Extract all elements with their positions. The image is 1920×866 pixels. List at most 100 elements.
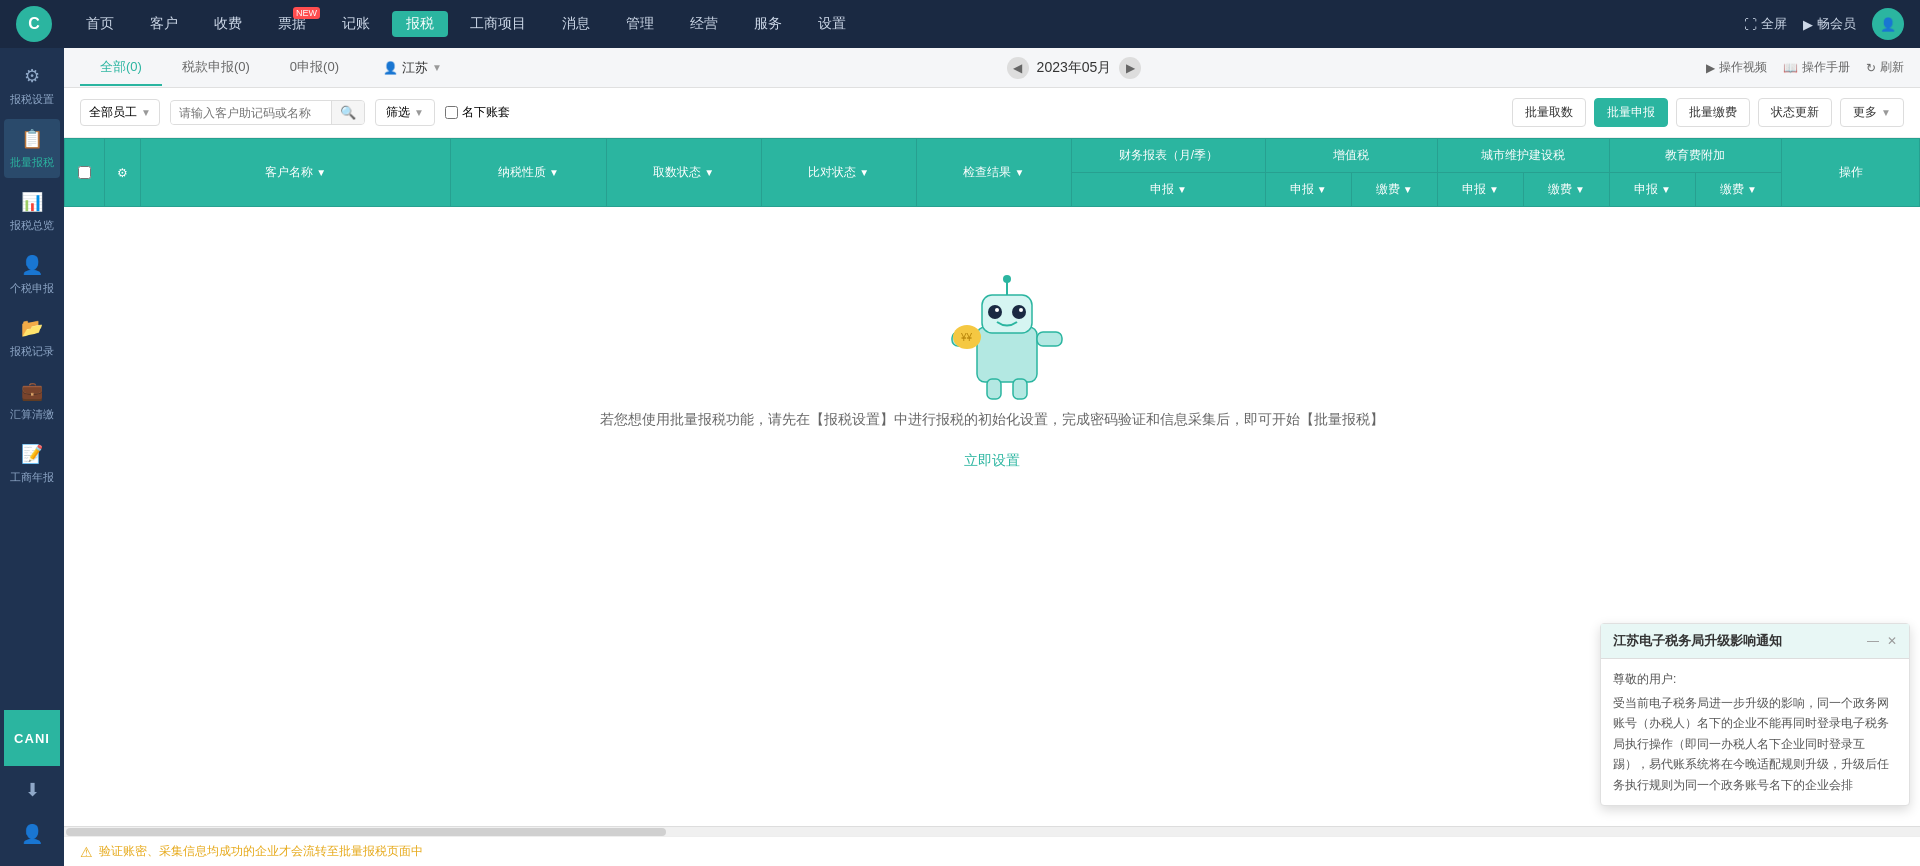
th-tax-type: 纳税性质 ▼ [451, 139, 606, 207]
bottom-bar: ⚠ 验证账密、采集信息均成功的企业才会流转至批量报税页面中 [64, 836, 1920, 866]
account-checkbox[interactable] [445, 106, 458, 119]
cani-button[interactable]: CANI [4, 710, 60, 766]
annual-report-icon: 📝 [20, 442, 44, 466]
user-avatar[interactable]: 👤 [1872, 8, 1904, 40]
svg-rect-10 [987, 379, 1001, 399]
more-button[interactable]: 更多 ▼ [1840, 98, 1904, 127]
th-compare-status: 比对状态 ▼ [761, 139, 916, 207]
sidebar-item-annual-settlement[interactable]: 💼 汇算清缴 [4, 371, 60, 430]
notification-header: 江苏电子税务局升级影响通知 — ✕ [1601, 624, 1909, 659]
operation-video-button[interactable]: ▶ 操作视频 [1706, 59, 1767, 76]
batch-declare-button[interactable]: 批量申报 [1594, 98, 1668, 127]
empty-state: ¥¥ 若您想使用批量报税功能，请先在【报税设置】中进行报税的初始化设置，完成密码… [65, 207, 1920, 530]
operation-manual-button[interactable]: 📖 操作手册 [1783, 59, 1850, 76]
th-vat-declare: 申报 ▼ [1265, 173, 1351, 207]
nav-invoice[interactable]: 票据 NEW [264, 11, 320, 37]
nav-client[interactable]: 客户 [136, 11, 192, 37]
data-table: ⚙ 客户名称 ▼ 纳税性质 ▼ 取数状态 ▼ 比对状态 ▼ [64, 138, 1920, 530]
month-next-button[interactable]: ▶ [1119, 57, 1141, 79]
nav-accounting[interactable]: 记账 [328, 11, 384, 37]
nav-operation[interactable]: 经营 [676, 11, 732, 37]
sidebar-item-download[interactable]: ⬇ [4, 770, 60, 810]
tab-tax-declare[interactable]: 税款申报(0) [162, 50, 270, 86]
app-logo[interactable]: C [16, 6, 52, 42]
scrollbar-h-thumb[interactable] [66, 828, 666, 836]
batch-tax-icon: 📋 [20, 127, 44, 151]
nav-service[interactable]: 服务 [740, 11, 796, 37]
nav-tax[interactable]: 报税 [392, 11, 448, 37]
sidebar-item-tax-settings[interactable]: ⚙ 报税设置 [4, 56, 60, 115]
select-all-checkbox[interactable] [78, 166, 91, 179]
th-checkbox [65, 139, 105, 207]
sidebar-item-user[interactable]: 👤 [4, 814, 60, 854]
account-checkbox-label[interactable]: 名下账套 [445, 104, 510, 121]
tab-zero-declare[interactable]: 0申报(0) [270, 50, 359, 86]
member-button[interactable]: ▶ 畅会员 [1803, 15, 1856, 33]
sidebar-item-tax-records[interactable]: 📂 报税记录 [4, 308, 60, 367]
tab-all[interactable]: 全部(0) [80, 50, 162, 86]
setup-link[interactable]: 立即设置 [964, 452, 1020, 470]
horizontal-scrollbar [64, 826, 1920, 836]
th-edu-extra: 教育费附加 [1609, 139, 1781, 173]
tax-settings-icon: ⚙ [20, 64, 44, 88]
svg-text:¥¥: ¥¥ [960, 332, 973, 343]
top-nav-right: ⛶ 全屏 ▶ 畅会员 👤 [1744, 8, 1904, 40]
th-edu-pay: 缴费 ▼ [1695, 173, 1781, 207]
personal-tax-icon: 👤 [20, 253, 44, 277]
search-input[interactable] [171, 102, 331, 124]
th-financial-declare: 申报 ▼ [1072, 173, 1266, 207]
th-client-name: 客户名称 ▼ [141, 139, 451, 207]
nav-industry[interactable]: 工商项目 [456, 11, 540, 37]
month-navigation: ◀ 2023年05月 ▶ [1007, 57, 1142, 79]
search-box: 🔍 [170, 100, 365, 125]
nav-messages[interactable]: 消息 [548, 11, 604, 37]
status-update-button[interactable]: 状态更新 [1758, 98, 1832, 127]
toolbar: 全部员工 ▼ 🔍 筛选 ▼ 名下账套 批量取数 批量申报 批量缴费 状态更新 [64, 88, 1920, 138]
tax-records-icon: 📂 [20, 316, 44, 340]
user-icon: 👤 [20, 822, 44, 846]
tabs-right-actions: ▶ 操作视频 📖 操作手册 ↻ 刷新 [1706, 59, 1904, 76]
empty-message: 若您想使用批量报税功能，请先在【报税设置】中进行报税的初始化设置，完成密码验证和… [600, 407, 1384, 432]
th-vat: 增值税 [1265, 139, 1437, 173]
month-prev-button[interactable]: ◀ [1007, 57, 1029, 79]
sidebar-item-tax-overview[interactable]: 📊 报税总览 [4, 182, 60, 241]
th-citybuild-pay: 缴费 ▼ [1523, 173, 1609, 207]
fullscreen-button[interactable]: ⛶ 全屏 [1744, 15, 1787, 33]
nav-settings[interactable]: 设置 [804, 11, 860, 37]
top-navigation: C 首页 客户 收费 票据 NEW 记账 报税 工商项目 消息 管理 经营 服务… [0, 0, 1920, 48]
nav-home[interactable]: 首页 [72, 11, 128, 37]
svg-point-3 [1012, 305, 1026, 319]
sidebar: ⚙ 报税设置 📋 批量报税 📊 报税总览 👤 个税申报 📂 报税记录 💼 汇算清… [0, 48, 64, 866]
th-vat-pay: 缴费 ▼ [1351, 173, 1437, 207]
batch-fetch-button[interactable]: 批量取数 [1512, 98, 1586, 127]
th-edu-declare: 申报 ▼ [1609, 173, 1695, 207]
notification-panel: 江苏电子税务局升级影响通知 — ✕ 尊敬的用户: 受当前电子税务局进一步升级的影… [1600, 623, 1910, 806]
batch-pay-button[interactable]: 批量缴费 [1676, 98, 1750, 127]
notification-title: 江苏电子税务局升级影响通知 [1613, 632, 1782, 650]
nav-billing[interactable]: 收费 [200, 11, 256, 37]
robot-illustration: ¥¥ [932, 267, 1052, 387]
th-city-build: 城市维护建设税 [1437, 139, 1609, 173]
sidebar-bottom: CANI ⬇ 👤 [4, 710, 60, 866]
toolbar-right: 批量取数 批量申报 批量缴费 状态更新 更多 ▼ [1512, 98, 1904, 127]
region-selector[interactable]: 👤 江苏 ▼ [383, 59, 442, 77]
th-financial-report: 财务报表（月/季） [1072, 139, 1266, 173]
employee-select[interactable]: 全部员工 ▼ [80, 99, 160, 126]
svg-rect-9 [1037, 332, 1062, 346]
svg-point-7 [1003, 275, 1011, 283]
svg-point-2 [988, 305, 1002, 319]
svg-rect-11 [1013, 379, 1027, 399]
svg-rect-0 [977, 327, 1037, 382]
svg-point-5 [1019, 308, 1023, 312]
notification-close-icon[interactable]: ✕ [1887, 634, 1897, 648]
filter-button[interactable]: 筛选 ▼ [375, 99, 435, 126]
refresh-button[interactable]: ↻ 刷新 [1866, 59, 1904, 76]
tabs-bar: 全部(0) 税款申报(0) 0申报(0) 👤 江苏 ▼ ◀ 2023年05月 ▶… [64, 48, 1920, 88]
notification-minimize[interactable]: — [1867, 634, 1879, 648]
sidebar-item-personal-tax[interactable]: 👤 个税申报 [4, 245, 60, 304]
th-fetch-status: 取数状态 ▼ [606, 139, 761, 207]
nav-management[interactable]: 管理 [612, 11, 668, 37]
sidebar-item-annual-report[interactable]: 📝 工商年报 [4, 434, 60, 493]
search-button[interactable]: 🔍 [331, 101, 364, 124]
sidebar-item-batch-tax[interactable]: 📋 批量报税 [4, 119, 60, 178]
